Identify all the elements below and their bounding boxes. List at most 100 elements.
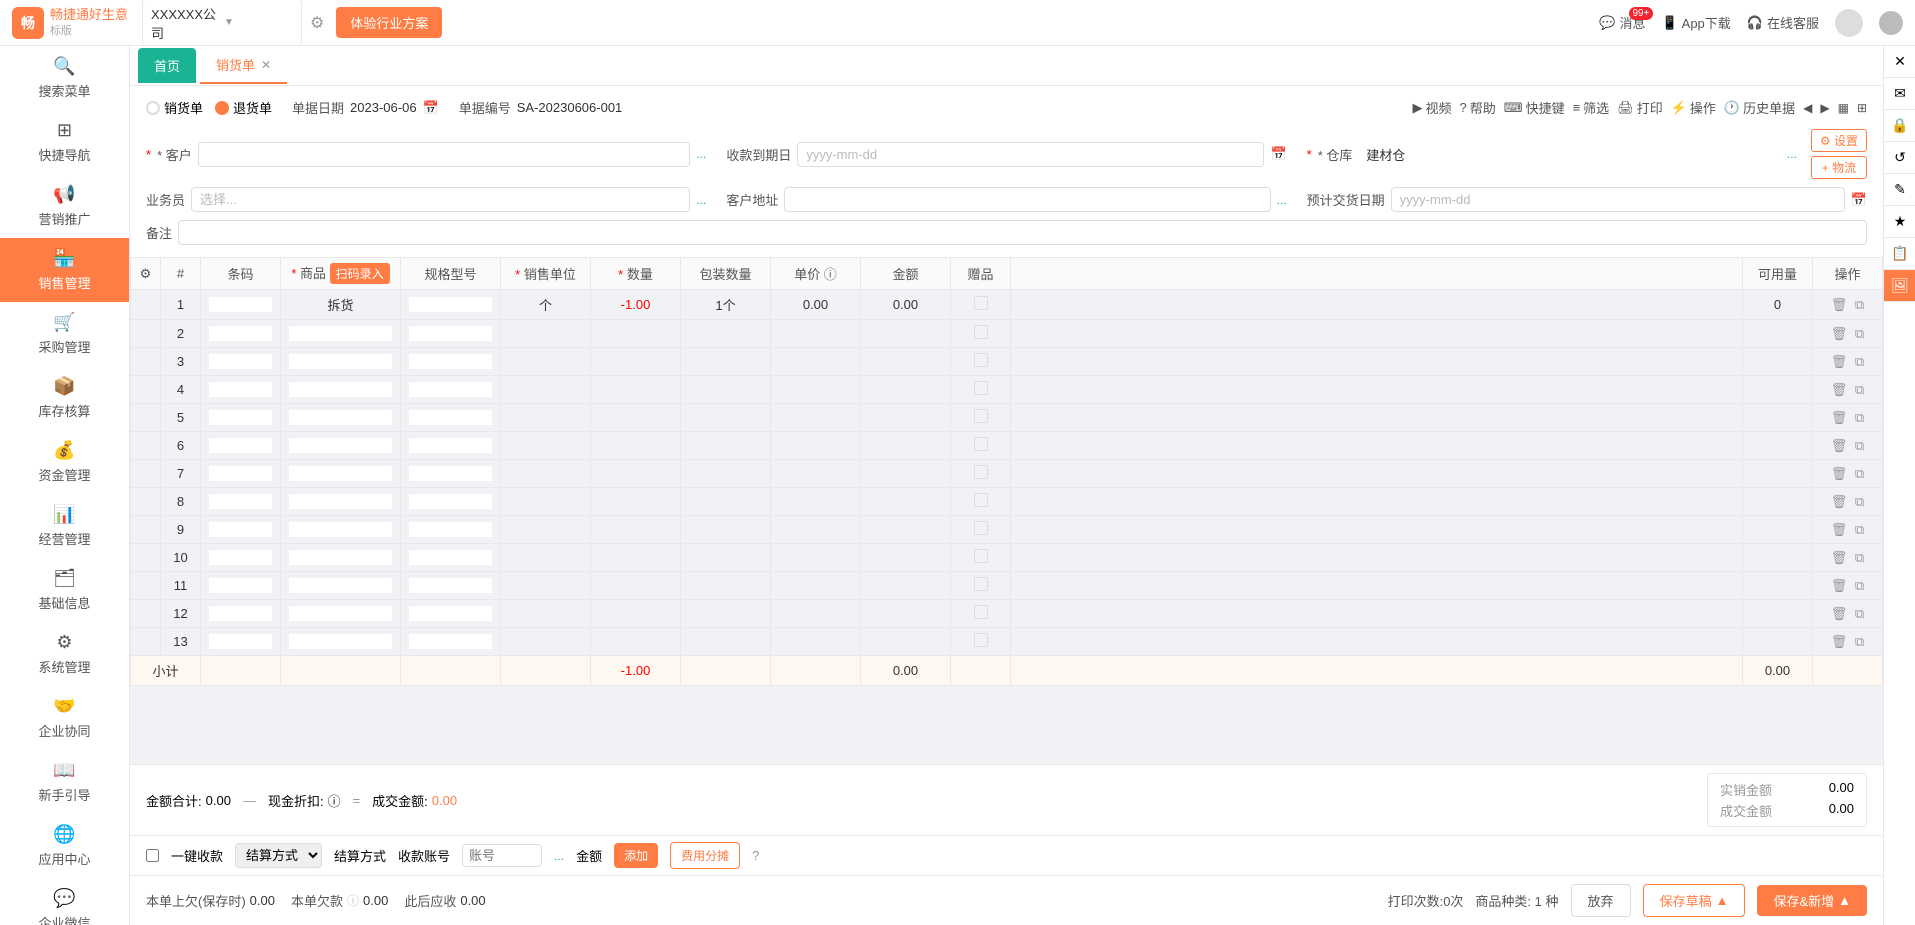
sidebar-item-sales[interactable]: 🏪 销售管理 (0, 238, 129, 302)
row-delete-icon[interactable]: 🗑 (1831, 578, 1848, 593)
row-copy-icon[interactable]: ⧉ (1855, 354, 1864, 369)
row-spec-cell[interactable] (401, 516, 501, 544)
row-actions-cell[interactable]: 🗑 ⧉ (1813, 320, 1883, 348)
row-actions-cell[interactable]: 🗑 ⧉ (1813, 544, 1883, 572)
row-barcode-cell[interactable] (201, 348, 281, 376)
row-product-cell[interactable] (281, 320, 401, 348)
help-circle[interactable]: ⓘ (328, 791, 341, 810)
right-tool-lock[interactable]: 🔒 (1884, 110, 1915, 142)
nav-right-btn[interactable]: ▶ (1820, 101, 1829, 115)
row-amount-cell[interactable] (861, 432, 951, 460)
row-barcode-cell[interactable] (201, 628, 281, 656)
row-unit-price-cell[interactable] (771, 460, 861, 488)
row-amount-cell[interactable] (861, 404, 951, 432)
row-barcode-cell[interactable] (201, 516, 281, 544)
row-unit-cell[interactable] (501, 488, 591, 516)
row-remarks-cell[interactable] (1011, 404, 1743, 432)
row-amount-cell[interactable] (861, 628, 951, 656)
tab-close-icon[interactable]: ✕ (261, 58, 271, 72)
row-unit-cell[interactable] (501, 320, 591, 348)
row-unit-price-cell[interactable] (771, 516, 861, 544)
row-qty-cell[interactable] (591, 404, 681, 432)
sidebar-item-wechat[interactable]: 💬 企业微信 (0, 878, 129, 925)
total-owe-help-icon[interactable]: ⓘ (347, 892, 359, 909)
row-barcode-cell[interactable] (201, 488, 281, 516)
row-unit-cell[interactable] (501, 628, 591, 656)
row-copy-icon[interactable]: ⧉ (1855, 522, 1864, 537)
row-spec-cell[interactable] (401, 460, 501, 488)
row-unit-cell[interactable] (501, 544, 591, 572)
row-spec-cell[interactable] (401, 348, 501, 376)
row-unit-price-cell[interactable] (771, 376, 861, 404)
row-copy-icon[interactable]: ⧉ (1855, 438, 1864, 453)
row-barcode-cell[interactable] (201, 320, 281, 348)
row-actions-cell[interactable]: 🗑 ⧉ (1813, 572, 1883, 600)
help-btn[interactable]: ? 帮助 (1460, 98, 1496, 117)
row-qty-cell[interactable] (591, 320, 681, 348)
row-product-cell[interactable] (281, 404, 401, 432)
right-tool-clipboard[interactable]: 📋 (1884, 238, 1915, 270)
row-pkg-qty-cell[interactable] (681, 516, 771, 544)
customer-address-select-btn[interactable]: ... (1277, 193, 1287, 207)
row-pkg-qty-cell[interactable] (681, 320, 771, 348)
row-actions-cell[interactable]: 🗑 ⧉ (1813, 290, 1883, 320)
row-gift-cell[interactable] (951, 572, 1011, 600)
row-unit-price-cell[interactable] (771, 628, 861, 656)
row-unit-cell[interactable] (501, 460, 591, 488)
topbar-settings-icon[interactable]: ⚙ (310, 13, 324, 33)
sidebar-item-inventory[interactable]: 📦 库存核算 (0, 366, 129, 430)
row-barcode-cell[interactable] (201, 600, 281, 628)
row-product-cell[interactable] (281, 628, 401, 656)
row-spec-cell[interactable] (401, 544, 501, 572)
row-pkg-qty-cell[interactable] (681, 488, 771, 516)
row-actions-cell[interactable]: 🗑 ⧉ (1813, 376, 1883, 404)
row-amount-cell[interactable] (861, 600, 951, 628)
discard-btn[interactable]: 放弃 (1571, 884, 1631, 917)
row-gift-cell[interactable] (951, 404, 1011, 432)
row-pkg-qty-cell[interactable] (681, 404, 771, 432)
remarks-input[interactable] (178, 220, 1867, 245)
right-tool-edit[interactable]: ✎ (1884, 174, 1915, 206)
row-gift-cell[interactable] (951, 320, 1011, 348)
row-remarks-cell[interactable] (1011, 544, 1743, 572)
right-tool-close[interactable]: ✕ (1884, 46, 1915, 78)
row-unit-price-cell[interactable] (771, 572, 861, 600)
row-delete-icon[interactable]: 🗑 (1831, 410, 1848, 425)
row-unit-price-cell[interactable] (771, 348, 861, 376)
sidebar-item-appstore[interactable]: 🌐 应用中心 (0, 814, 129, 878)
row-unit-price-cell[interactable] (771, 544, 861, 572)
row-unit-cell[interactable] (501, 432, 591, 460)
account-dots-btn[interactable]: ... (554, 849, 564, 863)
row-amount-cell[interactable]: 0.00 (861, 290, 951, 320)
avatar[interactable] (1835, 9, 1863, 37)
row-copy-icon[interactable]: ⧉ (1855, 410, 1864, 425)
row-unit-price-cell[interactable]: 0.00 (771, 290, 861, 320)
right-tool-orange[interactable]: 🖼 (1884, 270, 1915, 302)
row-unit-price-cell[interactable] (771, 320, 861, 348)
tab-home[interactable]: 首页 (138, 48, 196, 83)
row-barcode-cell[interactable] (201, 376, 281, 404)
row-spec-cell[interactable] (401, 432, 501, 460)
trial-btn[interactable]: 体验行业方案 (336, 7, 442, 38)
row-gift-cell[interactable] (951, 376, 1011, 404)
row-amount-cell[interactable] (861, 320, 951, 348)
row-delete-icon[interactable]: 🗑 (1831, 326, 1848, 341)
row-amount-cell[interactable] (861, 544, 951, 572)
row-remarks-cell[interactable] (1011, 488, 1743, 516)
sidebar-item-nav[interactable]: ⊞ 快捷导航 (0, 110, 129, 174)
row-copy-icon[interactable]: ⧉ (1855, 634, 1864, 649)
row-qty-cell[interactable] (591, 516, 681, 544)
row-remarks-cell[interactable] (1011, 460, 1743, 488)
due-date-input[interactable] (797, 142, 1264, 167)
row-remarks-cell[interactable] (1011, 516, 1743, 544)
row-gift-cell[interactable] (951, 460, 1011, 488)
row-pkg-qty-cell[interactable] (681, 432, 771, 460)
row-copy-icon[interactable]: ⧉ (1855, 326, 1864, 341)
row-copy-icon[interactable]: ⧉ (1855, 297, 1864, 312)
row-spec-cell[interactable] (401, 628, 501, 656)
sidebar-item-system[interactable]: ⚙ 系统管理 (0, 622, 129, 686)
sidebar-item-market[interactable]: 📢 营销推广 (0, 174, 129, 238)
account-input[interactable] (462, 844, 542, 867)
row-gift-cell[interactable] (951, 488, 1011, 516)
row-delete-icon[interactable]: 🗑 (1831, 466, 1848, 481)
